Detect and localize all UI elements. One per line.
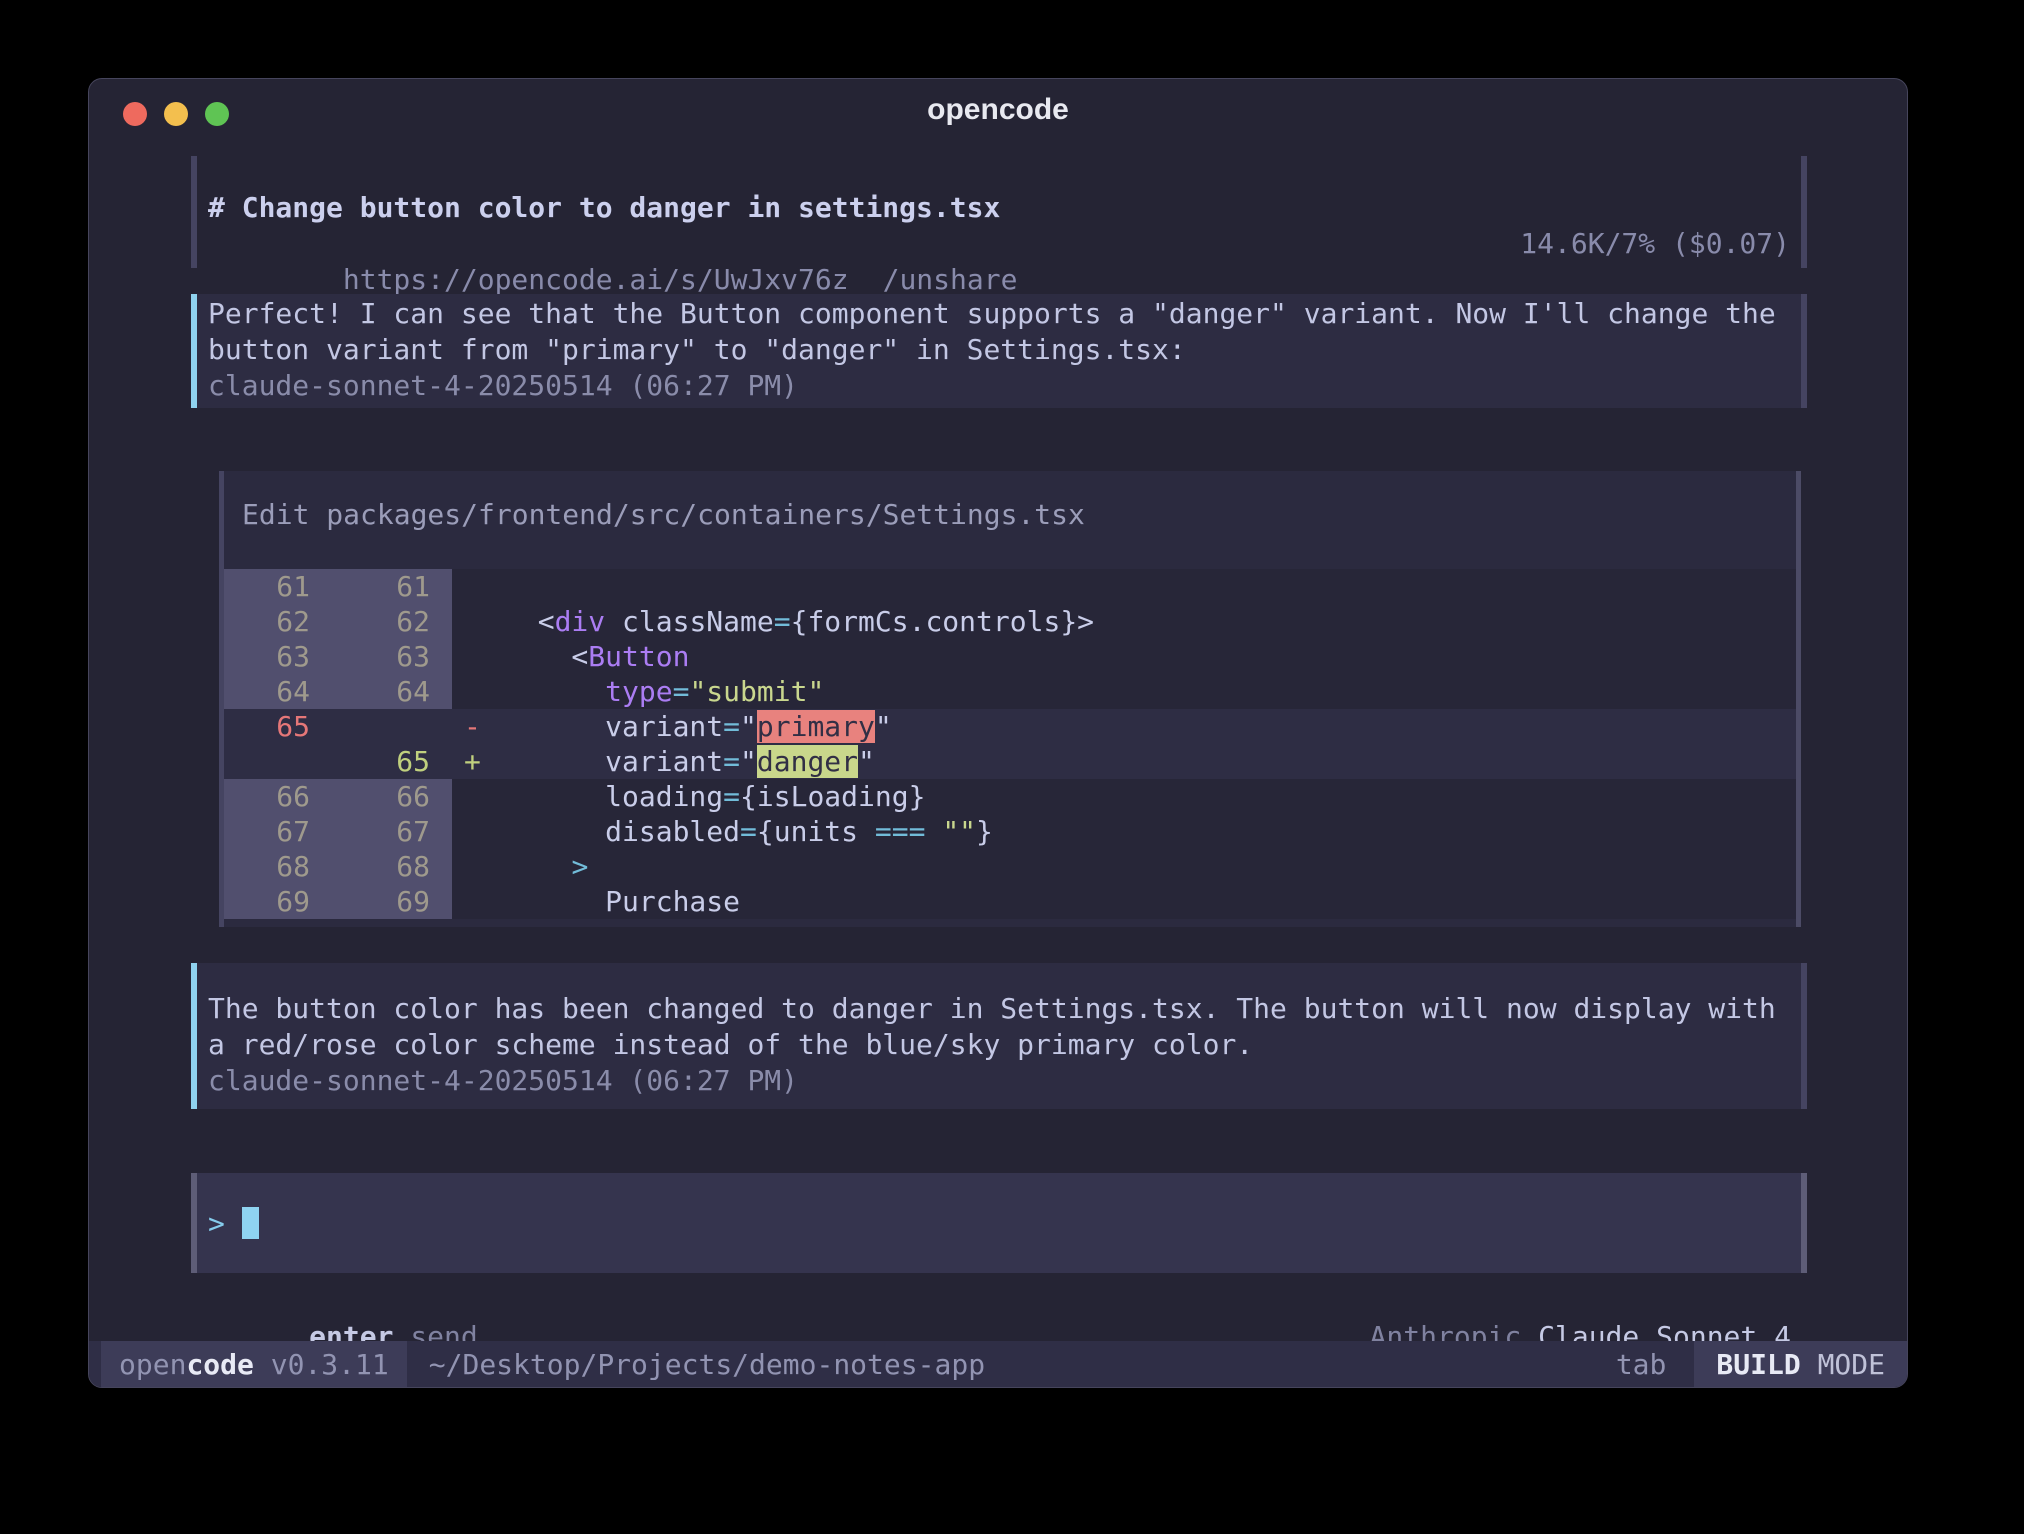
old-line-number (224, 744, 338, 779)
share-url[interactable]: https://opencode.ai/s/UwJxv76z (343, 263, 849, 296)
old-line-number: 62 (224, 604, 338, 639)
diff-code-line: <div className={formCs.controls}> (504, 604, 1796, 639)
app-version: v0.3.11 (271, 1348, 389, 1381)
app-version-chip: opencode v0.3.11 (101, 1341, 407, 1387)
prompt-input[interactable]: > (191, 1173, 1807, 1273)
status-bar: opencode v0.3.11 ~/Desktop/Projects/demo… (89, 1341, 1907, 1387)
diff-code-line: <Button (504, 639, 1796, 674)
diff-view: 61616262 <div className={formCs.controls… (224, 569, 1796, 919)
message-line: a red/rose color scheme instead of the b… (208, 1027, 1790, 1063)
diff-gutter: 6969 (224, 884, 452, 919)
new-line-number: 62 (338, 604, 452, 639)
diff-marker (452, 604, 504, 639)
diff-code-line: Purchase (504, 884, 1796, 919)
diff-code-line: variant="danger" (504, 744, 1796, 779)
diff-code-line: > (504, 849, 1796, 884)
model-meta-line: claude-sonnet-4-20250514 (06:27 PM) (208, 1063, 1790, 1099)
tab-key-hint[interactable]: tab (1616, 1341, 1667, 1387)
mode-mode-word: MODE (1818, 1348, 1885, 1381)
app-name-open: open (119, 1348, 186, 1381)
diff-gutter: 6868 (224, 849, 452, 884)
token-usage-stats: 14.6K/7% ($0.07) (1520, 226, 1790, 262)
diff-marker (452, 884, 504, 919)
new-line-number (338, 709, 452, 744)
old-line-number: 64 (224, 674, 338, 709)
model-meta-line: claude-sonnet-4-20250514 (06:27 PM) (208, 368, 1790, 404)
old-line-number: 61 (224, 569, 338, 604)
diff-gutter: 6767 (224, 814, 452, 849)
session-header: # Change button color to danger in setti… (191, 156, 1807, 268)
diff-marker (452, 814, 504, 849)
prompt-symbol: > (208, 1207, 225, 1240)
title-bar: opencode (89, 79, 1907, 143)
diff-code-line: variant="primary" (504, 709, 1796, 744)
diff-row: 6969 Purchase (224, 884, 1796, 919)
new-line-number: 64 (338, 674, 452, 709)
diff-row: 65+ variant="danger" (224, 744, 1796, 779)
message-line: Perfect! I can see that the Button compo… (208, 296, 1790, 332)
new-line-number: 67 (338, 814, 452, 849)
text-cursor (242, 1207, 259, 1239)
diff-marker: - (452, 709, 504, 744)
diff-marker: + (452, 744, 504, 779)
diff-row: 6464 type="submit" (224, 674, 1796, 709)
assistant-message: Perfect! I can see that the Button compo… (191, 294, 1807, 408)
old-line-number: 66 (224, 779, 338, 814)
new-line-number: 68 (338, 849, 452, 884)
opencode-terminal-window: opencode # Change button color to danger… (88, 78, 1908, 1388)
unshare-command[interactable]: /unshare (883, 263, 1018, 296)
mode-build-word: BUILD (1716, 1348, 1800, 1381)
diff-gutter: 6161 (224, 569, 452, 604)
working-directory: ~/Desktop/Projects/demo-notes-app (429, 1341, 985, 1387)
diff-marker (452, 674, 504, 709)
new-line-number: 63 (338, 639, 452, 674)
diff-row: 6868 > (224, 849, 1796, 884)
old-line-number: 69 (224, 884, 338, 919)
message-line: button variant from "primary" to "danger… (208, 332, 1790, 368)
old-line-number: 67 (224, 814, 338, 849)
diff-code-line: disabled={units === ""} (504, 814, 1796, 849)
diff-marker (452, 639, 504, 674)
hint-row: enter send Anthropic Claude Sonnet 4 (208, 1283, 1791, 1319)
diff-row: 65 - variant="primary" (224, 709, 1796, 744)
diff-code-line: type="submit" (504, 674, 1796, 709)
diff-code-line (504, 569, 1796, 604)
diff-row: 6161 (224, 569, 1796, 604)
edit-tool-block: Edit packages/frontend/src/containers/Se… (219, 471, 1801, 927)
diff-gutter: 6666 (224, 779, 452, 814)
edit-tool-label: Edit packages/frontend/src/containers/Se… (224, 497, 1796, 533)
new-line-number: 61 (338, 569, 452, 604)
diff-row: 6767 disabled={units === ""} (224, 814, 1796, 849)
diff-row: 6363 <Button (224, 639, 1796, 674)
diff-gutter: 6363 (224, 639, 452, 674)
diff-marker (452, 849, 504, 884)
assistant-message: The button color has been changed to dan… (191, 963, 1807, 1109)
diff-gutter: 65 (224, 744, 452, 779)
diff-row: 6262 <div className={formCs.controls}> (224, 604, 1796, 639)
diff-marker (452, 569, 504, 604)
diff-gutter: 6262 (224, 604, 452, 639)
assistant-message-lines: The button color has been changed to dan… (208, 991, 1790, 1063)
new-line-number: 65 (338, 744, 452, 779)
old-line-number: 65 (224, 709, 338, 744)
diff-marker (452, 779, 504, 814)
new-line-number: 66 (338, 779, 452, 814)
diff-row: 6666 loading={isLoading} (224, 779, 1796, 814)
diff-code-line: loading={isLoading} (504, 779, 1796, 814)
message-line: The button color has been changed to dan… (208, 991, 1790, 1027)
old-line-number: 68 (224, 849, 338, 884)
window-title: opencode (89, 93, 1907, 127)
session-title: # Change button color to danger in setti… (208, 190, 1790, 226)
assistant-message-lines: Perfect! I can see that the Button compo… (208, 296, 1790, 368)
new-line-number: 69 (338, 884, 452, 919)
diff-gutter: 6464 (224, 674, 452, 709)
app-name-code: code (186, 1348, 253, 1381)
diff-gutter: 65 (224, 709, 452, 744)
mode-indicator[interactable]: BUILD MODE (1694, 1341, 1907, 1387)
old-line-number: 63 (224, 639, 338, 674)
